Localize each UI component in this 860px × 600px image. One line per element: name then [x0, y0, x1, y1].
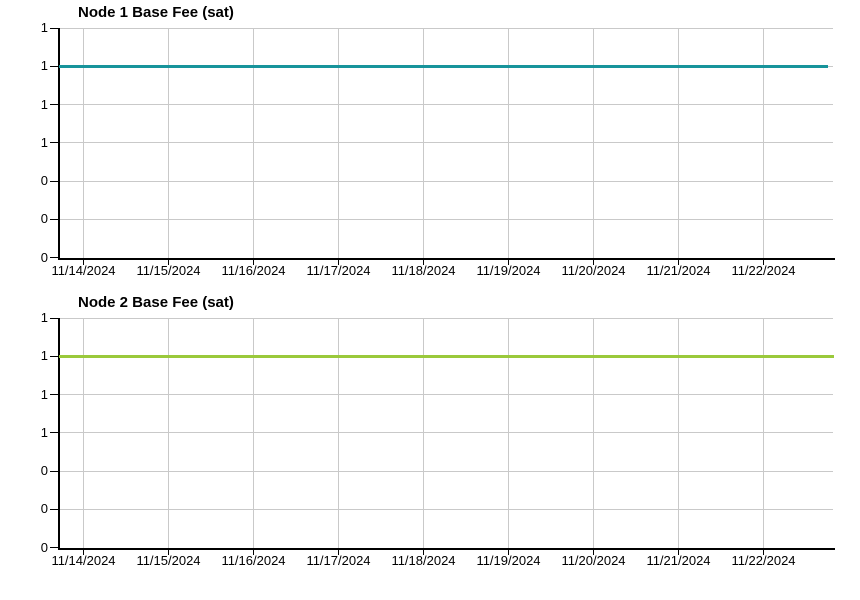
gridline-vertical [593, 318, 594, 548]
gridline-horizontal [58, 432, 833, 434]
y-tick-label: 1 [40, 310, 48, 325]
x-tick-label: 11/22/2024 [731, 552, 796, 568]
x-tick-label: 11/15/2024 [136, 262, 201, 278]
y-tick-label: 0 [40, 539, 48, 555]
gridline-horizontal [58, 394, 833, 395]
chart-node-1-base-fee: Node 1 Base Fee (sat) 11/14/2024 11/15/20… [0, 0, 860, 290]
gridline-vertical [168, 28, 169, 258]
gridline-vertical [83, 28, 84, 258]
y-tick-label: 0 [40, 501, 48, 517]
gridline-vertical [678, 318, 679, 548]
gridline-vertical [338, 28, 339, 258]
gridline-vertical [763, 28, 764, 258]
y-tick-mark [50, 317, 58, 319]
y-tick-mark [50, 394, 58, 395]
gridline-vertical [83, 318, 84, 548]
x-axis-line [58, 547, 835, 550]
gridline-vertical [168, 318, 169, 548]
y-tick-label: 1 [40, 20, 48, 35]
y-tick-mark [50, 432, 58, 434]
x-tick-label: 11/14/2024 [51, 552, 116, 568]
x-tick-label: 11/17/2024 [306, 262, 371, 278]
series-line [59, 64, 828, 68]
gridline-vertical [508, 318, 509, 548]
gridline-vertical [423, 28, 424, 258]
x-tick-label: 11/16/2024 [221, 552, 286, 568]
fee-charts-dashboard: Node 1 Base Fee (sat) 11/14/2024 11/15/20… [0, 0, 860, 600]
y-tick-mark [50, 218, 58, 220]
x-tick-label: 11/18/2024 [391, 262, 456, 278]
y-tick-label: 1 [40, 134, 48, 150]
y-tick-label: 0 [40, 463, 48, 478]
x-axis-line [58, 257, 835, 260]
y-axis-line [58, 28, 60, 260]
x-tick-label: 11/15/2024 [136, 552, 201, 568]
y-tick-label: 0 [40, 173, 48, 188]
gridline-vertical [508, 28, 509, 258]
plot-area: 11/14/2024 11/15/2024 11/16/2024 11/17/2024… [0, 290, 860, 580]
gridline-horizontal [58, 142, 833, 144]
gridline-vertical [423, 318, 424, 548]
gridline-horizontal [58, 180, 833, 182]
x-tick-label: 11/19/2024 [476, 552, 541, 568]
gridline-horizontal [58, 508, 833, 510]
x-tick-label: 11/17/2024 [306, 552, 371, 568]
series-line [59, 354, 834, 358]
y-tick-label: 0 [40, 211, 48, 227]
x-tick-label: 11/21/2024 [646, 552, 711, 568]
x-tick-label: 11/20/2024 [561, 262, 626, 278]
y-tick-mark [50, 180, 58, 182]
gridline-vertical [253, 28, 254, 258]
gridline-horizontal [58, 470, 833, 472]
x-tick-label: 11/21/2024 [646, 262, 711, 278]
x-tick-label: 11/18/2024 [391, 552, 456, 568]
y-tick-label: 1 [40, 424, 48, 440]
gridline-horizontal [58, 27, 833, 29]
y-tick-label: 1 [40, 386, 48, 402]
y-axis-line [58, 318, 60, 550]
y-tick-mark [50, 508, 58, 510]
gridline-vertical [763, 318, 764, 548]
gridline-vertical [678, 28, 679, 258]
y-tick-mark [50, 547, 58, 548]
y-tick-label: 1 [40, 348, 48, 364]
y-tick-label: 0 [40, 249, 48, 265]
gridline-horizontal [58, 218, 833, 220]
chart-node-2-base-fee: Node 2 Base Fee (sat) 11/14/2024 11/15/20… [0, 290, 860, 580]
gridline-vertical [338, 318, 339, 548]
y-tick-mark [50, 27, 58, 29]
y-tick-label: 1 [40, 96, 48, 112]
y-tick-mark [50, 355, 58, 357]
y-tick-mark [50, 470, 58, 472]
y-tick-label: 1 [40, 58, 48, 74]
gridline-horizontal [58, 317, 833, 319]
y-tick-mark [50, 104, 58, 105]
gridline-vertical [253, 318, 254, 548]
x-tick-label: 11/22/2024 [731, 262, 796, 278]
x-tick-label: 11/16/2024 [221, 262, 286, 278]
x-tick-label: 11/14/2024 [51, 262, 116, 278]
x-tick-label: 11/19/2024 [476, 262, 541, 278]
y-tick-mark [50, 257, 58, 258]
x-tick-label: 11/20/2024 [561, 552, 626, 568]
gridline-horizontal [58, 104, 833, 105]
y-tick-mark [50, 65, 58, 67]
gridline-vertical [593, 28, 594, 258]
plot-area: 11/14/2024 11/15/2024 11/16/2024 11/17/2024… [0, 0, 860, 290]
y-tick-mark [50, 142, 58, 144]
